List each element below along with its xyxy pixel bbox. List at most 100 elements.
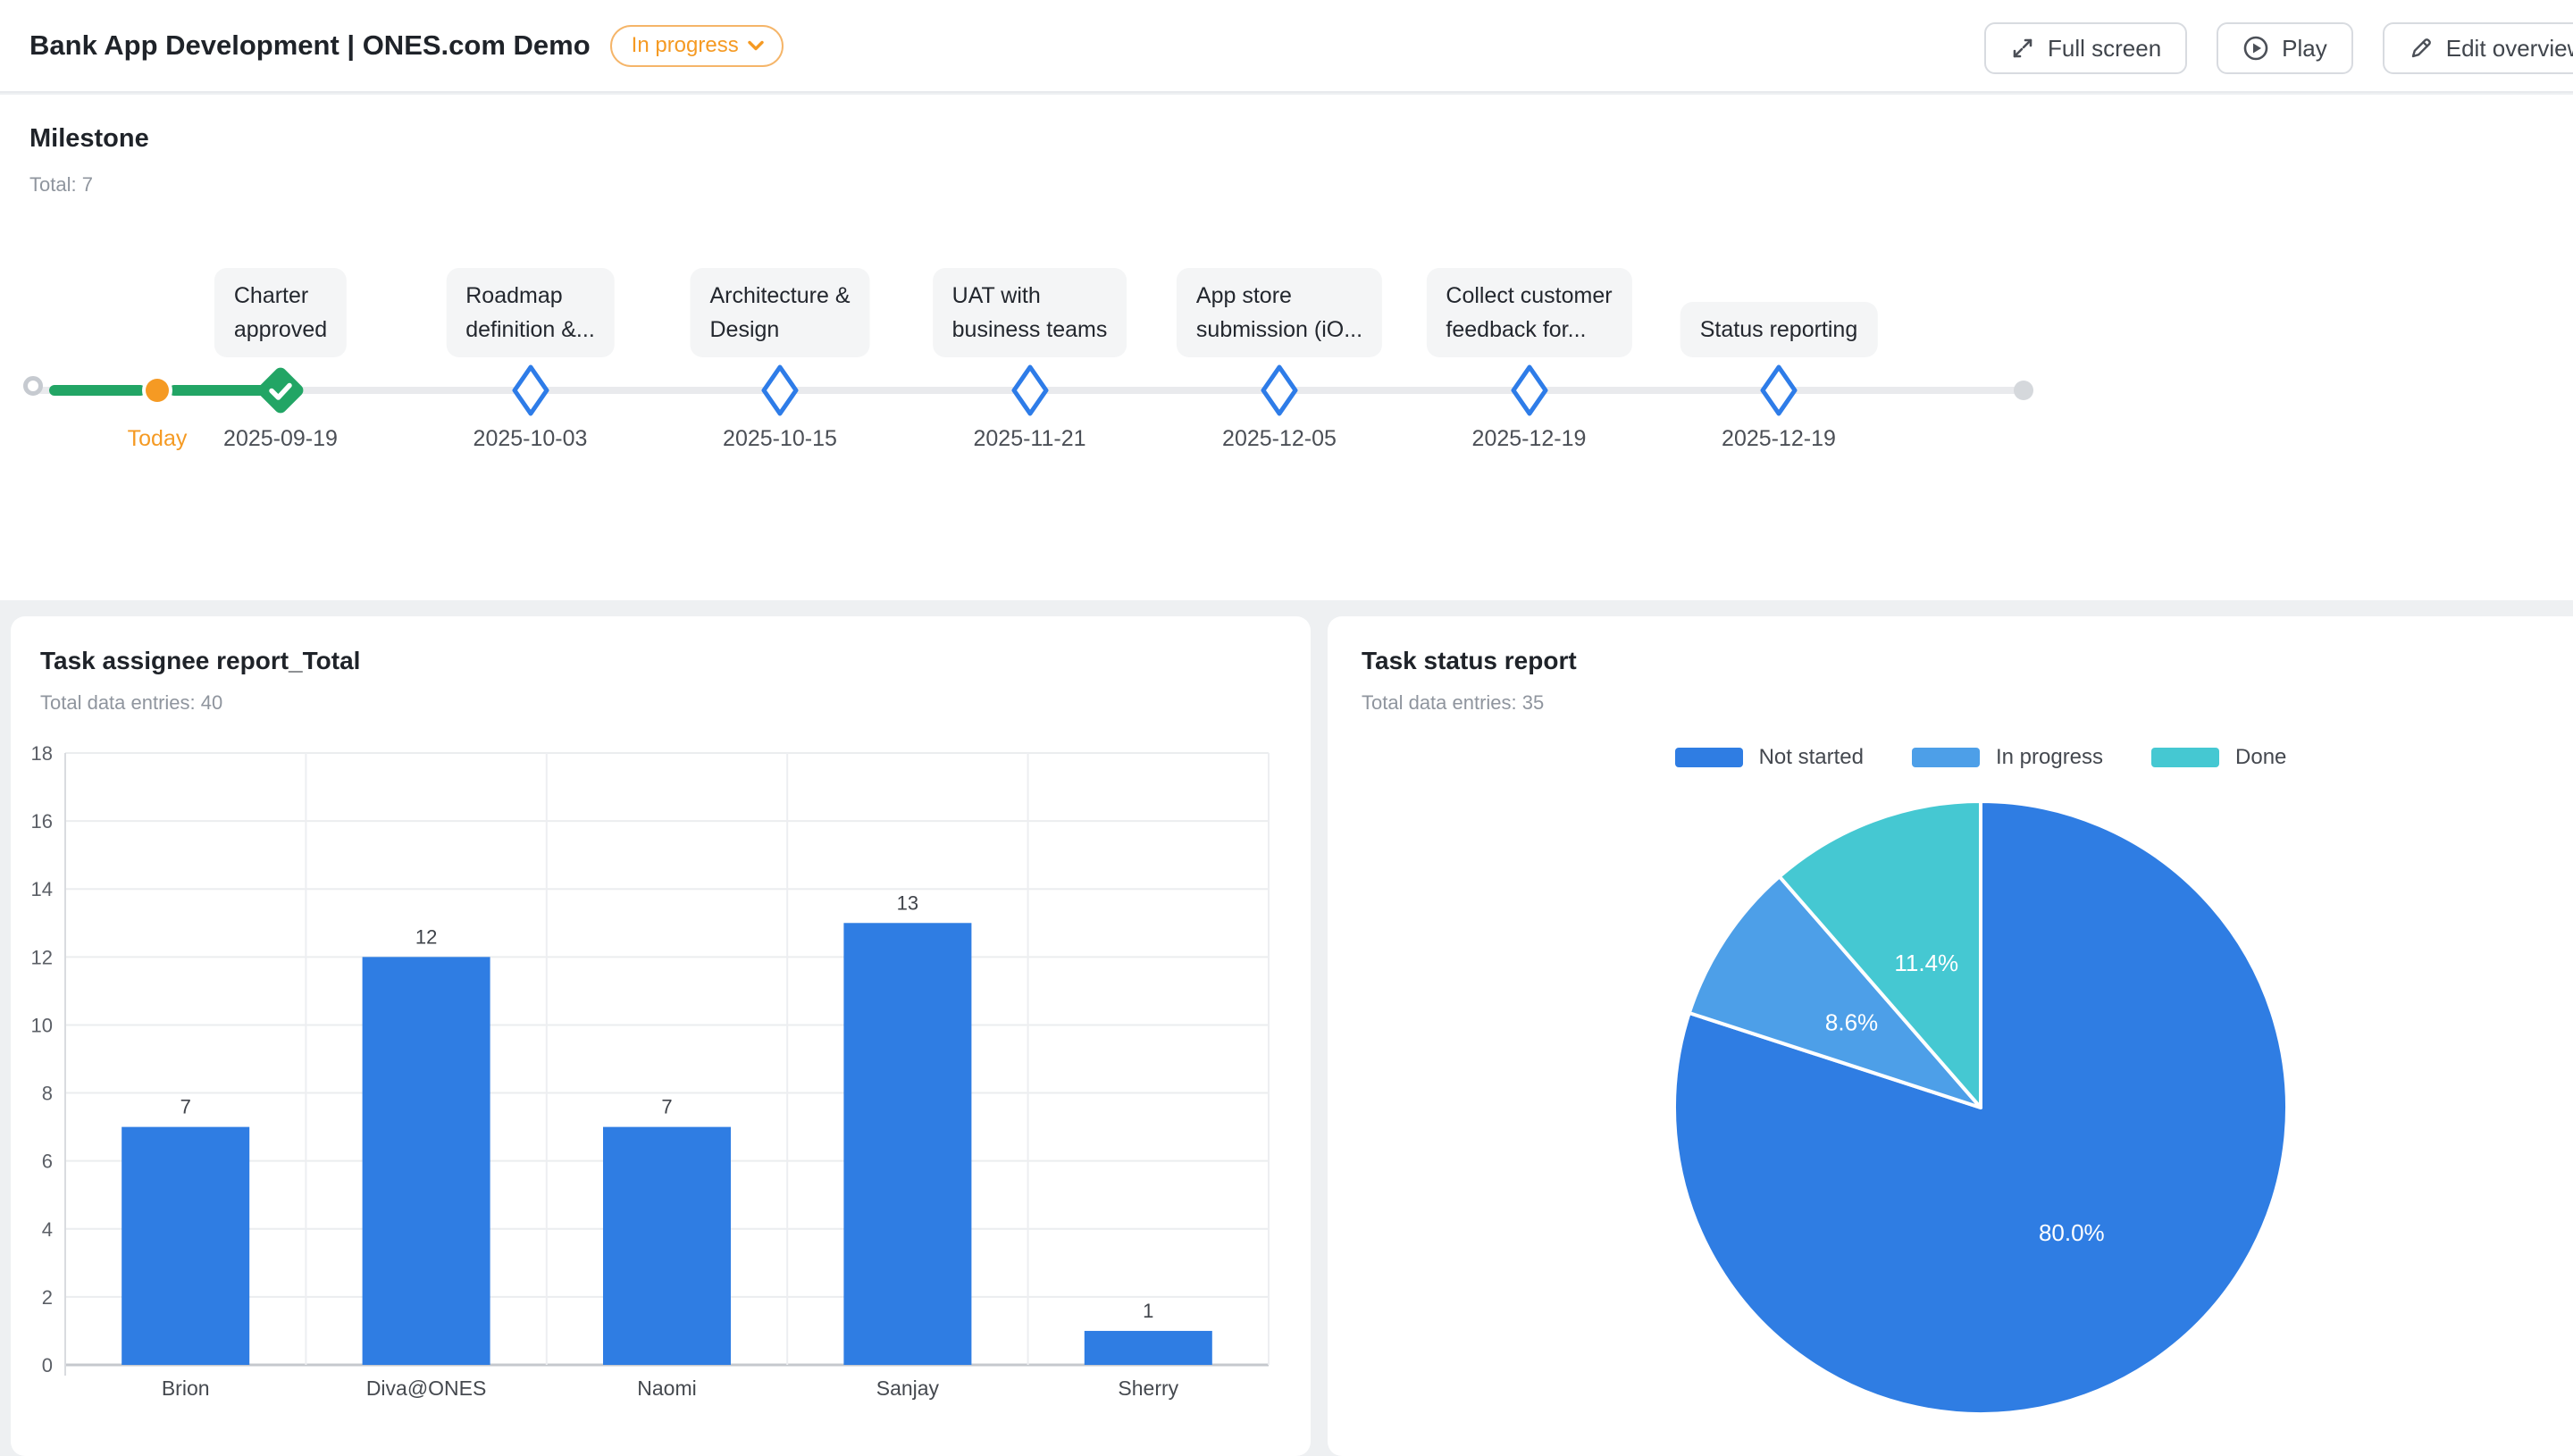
milestone-box-line: Roadmap <box>465 283 563 308</box>
milestone-date: 2025-10-03 <box>473 426 588 451</box>
legend-item-label: In progress <box>1995 745 2104 769</box>
milestone-box-line: business teams <box>951 317 1108 342</box>
y-axis-tick-label: 16 <box>31 810 53 833</box>
assignee-report-title: Task assignee report_Total <box>40 647 361 674</box>
timeline-progress <box>169 385 268 396</box>
bar-value-label: 1 <box>1143 1300 1153 1322</box>
milestone-diamond[interactable] <box>1510 364 1549 422</box>
y-axis-tick-label: 6 <box>42 1151 53 1173</box>
timeline-progress <box>49 385 146 396</box>
timeline-start-circle <box>23 376 43 396</box>
bar-Naomi[interactable] <box>603 1126 731 1365</box>
y-axis-tick-label: 4 <box>42 1218 53 1241</box>
milestone-box-line: UAT with <box>951 283 1041 308</box>
milestone-date: 2025-11-21 <box>973 426 1086 451</box>
milestone-box[interactable]: Collect customer feedback for... <box>1426 268 1632 357</box>
milestone-box-line: Collect customer <box>1446 283 1613 308</box>
play-label: Play <box>2282 34 2327 62</box>
milestone-box[interactable]: UAT with business teams <box>932 268 1127 357</box>
bar-Sherry[interactable] <box>1084 1330 1212 1365</box>
y-axis-tick-label: 0 <box>42 1354 53 1377</box>
y-axis-tick-label: 8 <box>42 1083 53 1105</box>
status-badge[interactable]: In progress <box>609 24 784 67</box>
full-screen-button[interactable]: Full screen <box>1984 22 2188 74</box>
pie-slice-label: 11.4% <box>1894 950 1958 976</box>
today-label: Today <box>127 426 188 451</box>
milestone-diamond-done[interactable] <box>255 364 306 421</box>
assignee-report-subtitle: Total data entries: 40 <box>40 691 223 714</box>
x-axis-category-label: Sherry <box>1118 1377 1178 1400</box>
legend-swatch <box>1674 748 1743 767</box>
x-axis-category-label: Sanjay <box>876 1377 940 1400</box>
milestone-date: 2025-12-19 <box>1471 426 1587 451</box>
fullscreen-icon <box>2010 36 2035 61</box>
pie-legend: Not started In progress Done <box>1328 745 2573 770</box>
status-report-title: Task status report <box>1362 647 1577 674</box>
play-icon <box>2242 35 2269 62</box>
bar-value-label: 7 <box>180 1096 191 1118</box>
y-axis-tick-label: 12 <box>31 946 53 968</box>
edit-overview-label: Edit overview <box>2445 34 2573 62</box>
milestone-timeline: Today Charter approved 2025-09-19 Roadmap def… <box>0 95 2573 600</box>
milestone-box[interactable]: Architecture & Design <box>690 268 870 357</box>
bar-Diva@ONES[interactable] <box>362 957 490 1365</box>
bar-value-label: 13 <box>897 891 918 914</box>
bar-value-label: 12 <box>415 925 437 948</box>
milestone-box[interactable]: Status reporting <box>1680 302 1878 357</box>
bar-Sanjay[interactable] <box>843 923 972 1365</box>
x-axis-category-label: Brion <box>162 1377 210 1400</box>
y-axis-tick-label: 18 <box>31 742 53 765</box>
pie-slice-label: 80.0% <box>2039 1219 2105 1246</box>
milestone-box[interactable]: Charter approved <box>214 268 348 357</box>
status-pie-chart: 80.0% 8.6% 11.4% <box>1672 799 2290 1416</box>
legend-item-label: Not started <box>1758 745 1864 769</box>
assignee-bar-chart: 0 2 4 6 8 10 12 14 16 18 7 Brion 12 Diva@ONES 7 Naomi 13… <box>31 742 1270 1400</box>
milestone-box-line: Charter <box>233 283 309 308</box>
legend-swatch <box>1911 748 1980 767</box>
status-report-subtitle: Total data entries: 35 <box>1362 691 1545 714</box>
milestone-box-line: Architecture & <box>709 283 851 308</box>
milestone-diamond[interactable] <box>511 364 550 422</box>
milestone-box-line: submission (iO... <box>1195 317 1363 342</box>
y-axis-tick-label: 14 <box>31 878 53 900</box>
legend-item-label: Done <box>2235 745 2287 769</box>
legend-item-in-progress[interactable]: In progress <box>1911 745 2104 770</box>
task-status-report-card: Task status report Total data entries: 3… <box>1328 616 2573 1456</box>
y-axis-tick-label: 10 <box>31 1014 53 1036</box>
milestone-box-line: definition &... <box>465 317 595 342</box>
legend-item-not-started[interactable]: Not started <box>1674 745 1864 770</box>
x-axis-category-label: Diva@ONES <box>366 1377 487 1400</box>
milestone-box-line: Design <box>709 317 780 342</box>
milestone-box-line: App store <box>1195 283 1292 308</box>
legend-swatch <box>2151 748 2220 767</box>
milestone-diamond[interactable] <box>1260 364 1299 422</box>
page-title: Bank App Development | ONES.com Demo <box>29 29 591 61</box>
milestone-date: 2025-09-19 <box>223 426 338 451</box>
full-screen-label: Full screen <box>2048 34 2162 62</box>
milestone-date: 2025-12-05 <box>1222 426 1337 451</box>
task-assignee-report-card: Task assignee report_Total Total data en… <box>11 616 1311 1456</box>
bar-value-label: 7 <box>661 1096 672 1118</box>
milestone-box-line: Status reporting <box>1699 317 1858 342</box>
play-button[interactable]: Play <box>2217 22 2353 74</box>
timeline-end-dot <box>2014 381 2033 400</box>
edit-overview-button[interactable]: Edit overview <box>2382 22 2573 74</box>
pie-slice-label: 8.6% <box>1825 1008 1878 1035</box>
milestone-diamond[interactable] <box>760 364 800 422</box>
milestone-box-line: approved <box>233 317 328 342</box>
x-axis-category-label: Naomi <box>637 1377 696 1400</box>
status-badge-label: In progress <box>631 32 739 57</box>
milestone-section: Milestone Total: 7 Today Charter approved 2… <box>0 95 2573 600</box>
milestone-box[interactable]: App store submission (iO... <box>1176 268 1383 357</box>
milestone-date: 2025-10-15 <box>723 426 837 451</box>
milestone-diamond[interactable] <box>1759 364 1798 422</box>
edit-icon <box>2409 36 2434 61</box>
page-header: Bank App Development | ONES.com Demo In … <box>0 0 2573 93</box>
y-axis-tick-label: 2 <box>42 1286 53 1309</box>
chevron-down-icon <box>748 39 764 52</box>
header-actions: Full screen Play Edit overview <box>1984 22 2573 74</box>
bar-Brion[interactable] <box>122 1126 250 1365</box>
milestone-diamond[interactable] <box>1010 364 1050 422</box>
milestone-box[interactable]: Roadmap definition &... <box>446 268 615 357</box>
legend-item-done[interactable]: Done <box>2151 745 2286 770</box>
